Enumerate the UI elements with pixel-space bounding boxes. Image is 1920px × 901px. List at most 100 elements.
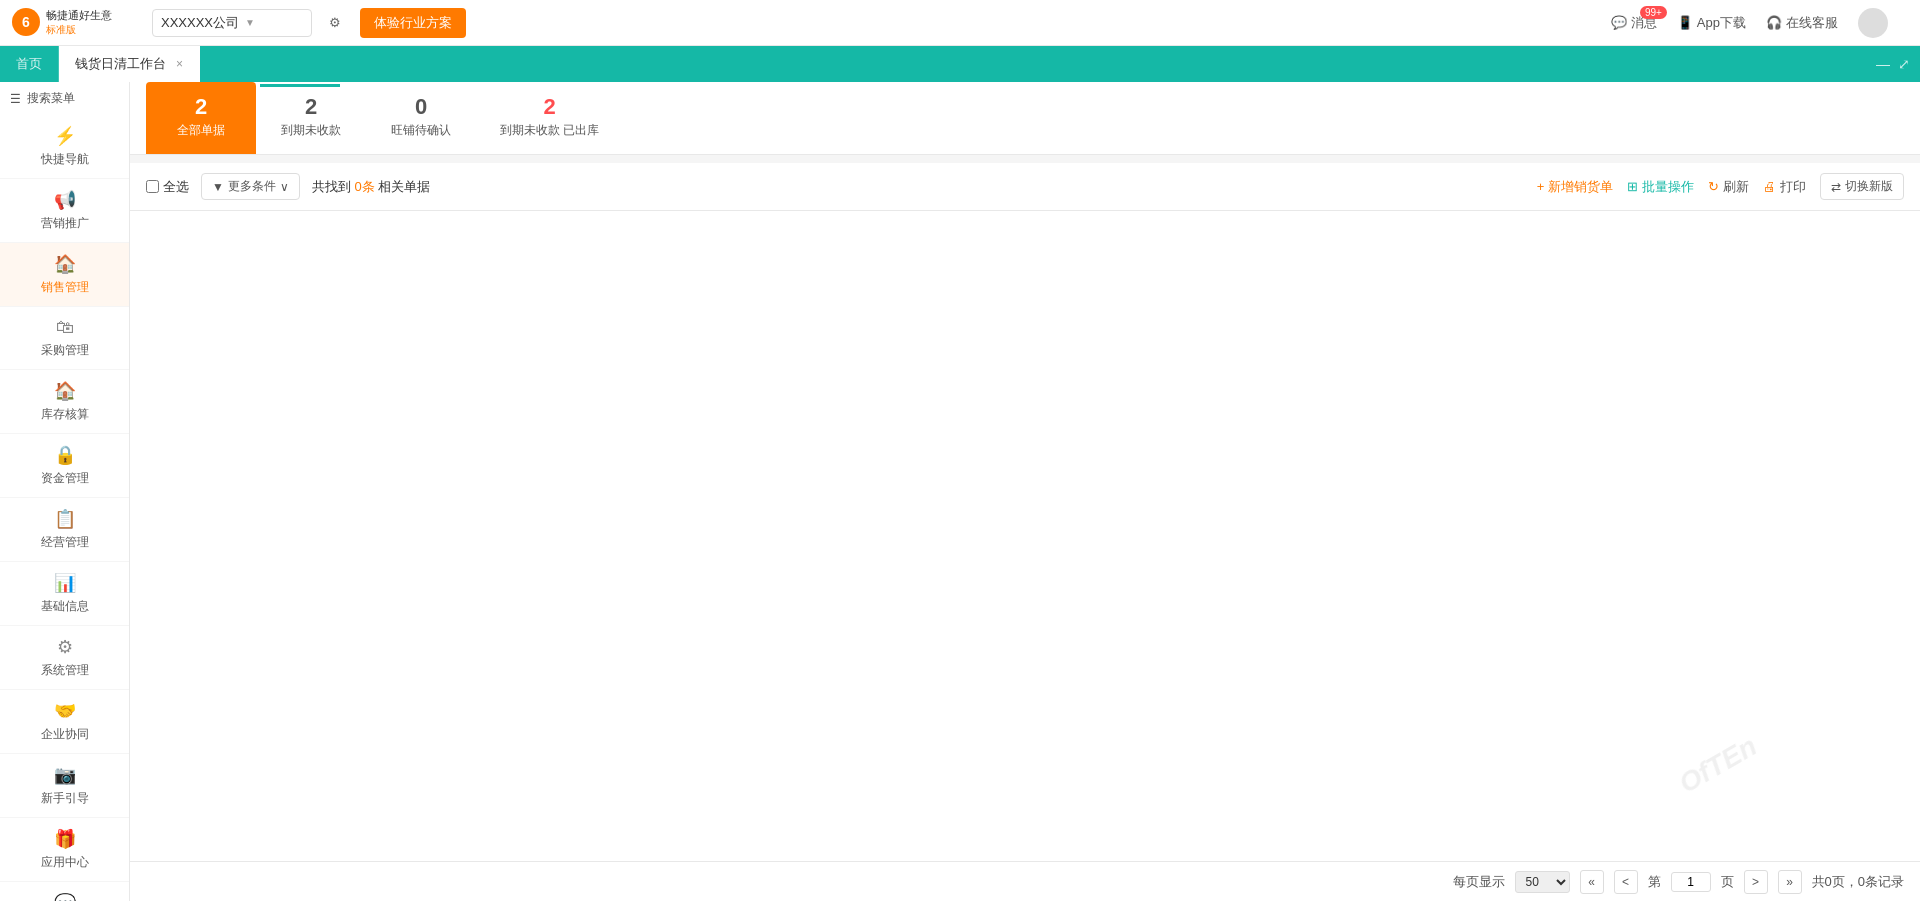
guide-icon: 📷: [54, 764, 76, 786]
expand-tab-icon[interactable]: ⤢: [1898, 56, 1910, 72]
page-number-input[interactable]: [1671, 872, 1711, 892]
page-size-select[interactable]: 50 100 200: [1515, 871, 1570, 893]
stats-tab-wangpu[interactable]: 0 旺铺待确认: [366, 82, 476, 154]
sidebar-label: 系统管理: [41, 662, 89, 679]
sidebar-item-wecom[interactable]: 💬 企业微信: [0, 882, 129, 901]
page-label: 第: [1648, 873, 1661, 891]
sidebar-item-operations[interactable]: 📋 经营管理: [0, 498, 129, 562]
finance-icon: 🔒: [54, 444, 76, 466]
menu-icon: ☰: [10, 92, 21, 106]
print-button[interactable]: 🖨 打印: [1763, 178, 1806, 196]
sidebar-item-app-center[interactable]: 🎁 应用中心: [0, 818, 129, 882]
sidebar: ☰ 搜索菜单 ⚡ 快捷导航 📢 营销推广 🏠 销售管理 🛍 采购管理 🏠 库存核…: [0, 82, 130, 901]
sidebar-item-enterprise[interactable]: 🤝 企业协同: [0, 690, 129, 754]
app-center-icon: 🎁: [54, 828, 76, 850]
sidebar-item-finance[interactable]: 🔒 资金管理: [0, 434, 129, 498]
page-unit: 页: [1721, 873, 1734, 891]
settings-icon[interactable]: ⚙: [320, 8, 350, 38]
sidebar-item-guide[interactable]: 📷 新手引导: [0, 754, 129, 818]
sidebar-label: 库存核算: [41, 406, 89, 423]
sidebar-label: 经营管理: [41, 534, 89, 551]
select-all-checkbox[interactable]: 全选: [146, 178, 189, 196]
select-all-label: 全选: [163, 178, 189, 196]
all-label: 全部单据: [177, 122, 225, 139]
switch-label: 切换新版: [1845, 178, 1893, 195]
system-icon: ⚙: [57, 636, 73, 658]
notification-badge: 99+: [1640, 6, 1667, 19]
chevron-down-icon: ▼: [245, 17, 255, 28]
company-name: XXXXXX公司: [161, 14, 239, 32]
sidebar-label: 快捷导航: [41, 151, 89, 168]
sidebar-label: 销售管理: [41, 279, 89, 296]
minimize-tab-icon[interactable]: —: [1876, 56, 1890, 72]
sidebar-item-basic-info[interactable]: 📊 基础信息: [0, 562, 129, 626]
top-header: 6 畅捷通好生意 标准版 XXXXXX公司 ▼ ⚙ 体验行业方案 💬 消息 99…: [0, 0, 1920, 46]
content-area: 2 全部单据 2 到期未收款 0 旺铺待确认 2 到期未收款 已出库 全选: [130, 82, 1920, 901]
switch-icon: ⇄: [1831, 180, 1841, 194]
tab-navigation: 首页 钱货日清工作台 × — ⤢: [0, 46, 1920, 82]
total-records: 共0页，0条记录: [1812, 873, 1904, 891]
found-count: 0条: [355, 179, 375, 194]
prev-page-button[interactable]: <: [1614, 870, 1638, 894]
wangpu-count: 0: [415, 94, 427, 120]
sidebar-item-system[interactable]: ⚙ 系统管理: [0, 626, 129, 690]
next-page-button[interactable]: >: [1744, 870, 1768, 894]
sidebar-label: 应用中心: [41, 854, 89, 871]
app-download-button[interactable]: 📱 App下载: [1677, 14, 1746, 32]
stats-tab-all[interactable]: 2 全部单据: [146, 82, 256, 154]
trial-button[interactable]: 体验行业方案: [360, 8, 466, 38]
headset-icon: 🎧: [1766, 15, 1782, 30]
sidebar-label: 基础信息: [41, 598, 89, 615]
download-icon: 📱: [1677, 15, 1693, 30]
new-order-button[interactable]: + 新增销货单: [1537, 178, 1613, 196]
sidebar-label: 资金管理: [41, 470, 89, 487]
batch-operation-button[interactable]: ⊞ 批量操作: [1627, 178, 1694, 196]
switch-version-button[interactable]: ⇄ 切换新版: [1820, 173, 1904, 200]
toolbar-right: + 新增销货单 ⊞ 批量操作 ↻ 刷新 🖨 打印 ⇄ 切换新版: [1537, 173, 1904, 200]
overdue-count: 2: [305, 94, 317, 120]
refresh-button[interactable]: ↻ 刷新: [1708, 178, 1749, 196]
messages-button[interactable]: 💬 消息 99+: [1611, 14, 1657, 32]
stats-tab-overdue[interactable]: 2 到期未收款: [256, 82, 366, 154]
sidebar-label: 新手引导: [41, 790, 89, 807]
overdue-out-count: 2: [544, 94, 556, 120]
quick-nav-icon: ⚡: [54, 125, 76, 147]
sidebar-item-sales[interactable]: 🏠 销售管理: [0, 243, 129, 307]
first-page-button[interactable]: «: [1580, 870, 1604, 894]
message-icon: 💬: [1611, 15, 1627, 30]
operations-icon: 📋: [54, 508, 76, 530]
tab-close-icon[interactable]: ×: [176, 57, 183, 71]
tab-indicator: [260, 84, 340, 87]
select-all-input[interactable]: [146, 180, 159, 193]
filter-button[interactable]: ▼ 更多条件 ∨: [201, 173, 300, 200]
wecom-icon: 💬: [54, 892, 76, 901]
sidebar-item-marketing[interactable]: 📢 营销推广: [0, 179, 129, 243]
tab-home[interactable]: 首页: [0, 46, 59, 82]
company-selector[interactable]: XXXXXX公司 ▼: [152, 9, 312, 37]
sidebar-item-inventory[interactable]: 🏠 库存核算: [0, 370, 129, 434]
wangpu-label: 旺铺待确认: [391, 122, 451, 139]
page-size-label: 每页显示: [1453, 873, 1505, 891]
enterprise-icon: 🤝: [54, 700, 76, 722]
search-menu-label: 搜索菜单: [27, 90, 75, 107]
last-page-button[interactable]: »: [1778, 870, 1802, 894]
stats-tabs: 2 全部单据 2 到期未收款 0 旺铺待确认 2 到期未收款 已出库: [130, 82, 1920, 155]
online-service-button[interactable]: 🎧 在线客服: [1766, 14, 1838, 32]
search-menu-button[interactable]: ☰ 搜索菜单: [0, 82, 129, 115]
sales-icon: 🏠: [54, 253, 76, 275]
sidebar-label: 企业协同: [41, 726, 89, 743]
found-text: 共找到 0条 相关单据: [312, 178, 430, 196]
filter-icon: ▼: [212, 180, 224, 194]
stats-tab-overdue-out[interactable]: 2 到期未收款 已出库: [476, 82, 623, 154]
sidebar-item-purchase[interactable]: 🛍 采购管理: [0, 307, 129, 370]
sidebar-item-quick-nav[interactable]: ⚡ 快捷导航: [0, 115, 129, 179]
pagination: 每页显示 50 100 200 « < 第 页 > » 共0页，0条记录: [130, 861, 1920, 901]
marketing-icon: 📢: [54, 189, 76, 211]
app-name: 畅捷通好生意: [46, 8, 112, 22]
overdue-label: 到期未收款: [281, 122, 341, 139]
main-layout: ☰ 搜索菜单 ⚡ 快捷导航 📢 营销推广 🏠 销售管理 🛍 采购管理 🏠 库存核…: [0, 82, 1920, 901]
table-area: [130, 211, 1920, 861]
sidebar-label: 采购管理: [41, 342, 89, 359]
tab-qianhuoriqing[interactable]: 钱货日清工作台 ×: [59, 46, 200, 82]
avatar[interactable]: [1858, 8, 1888, 38]
